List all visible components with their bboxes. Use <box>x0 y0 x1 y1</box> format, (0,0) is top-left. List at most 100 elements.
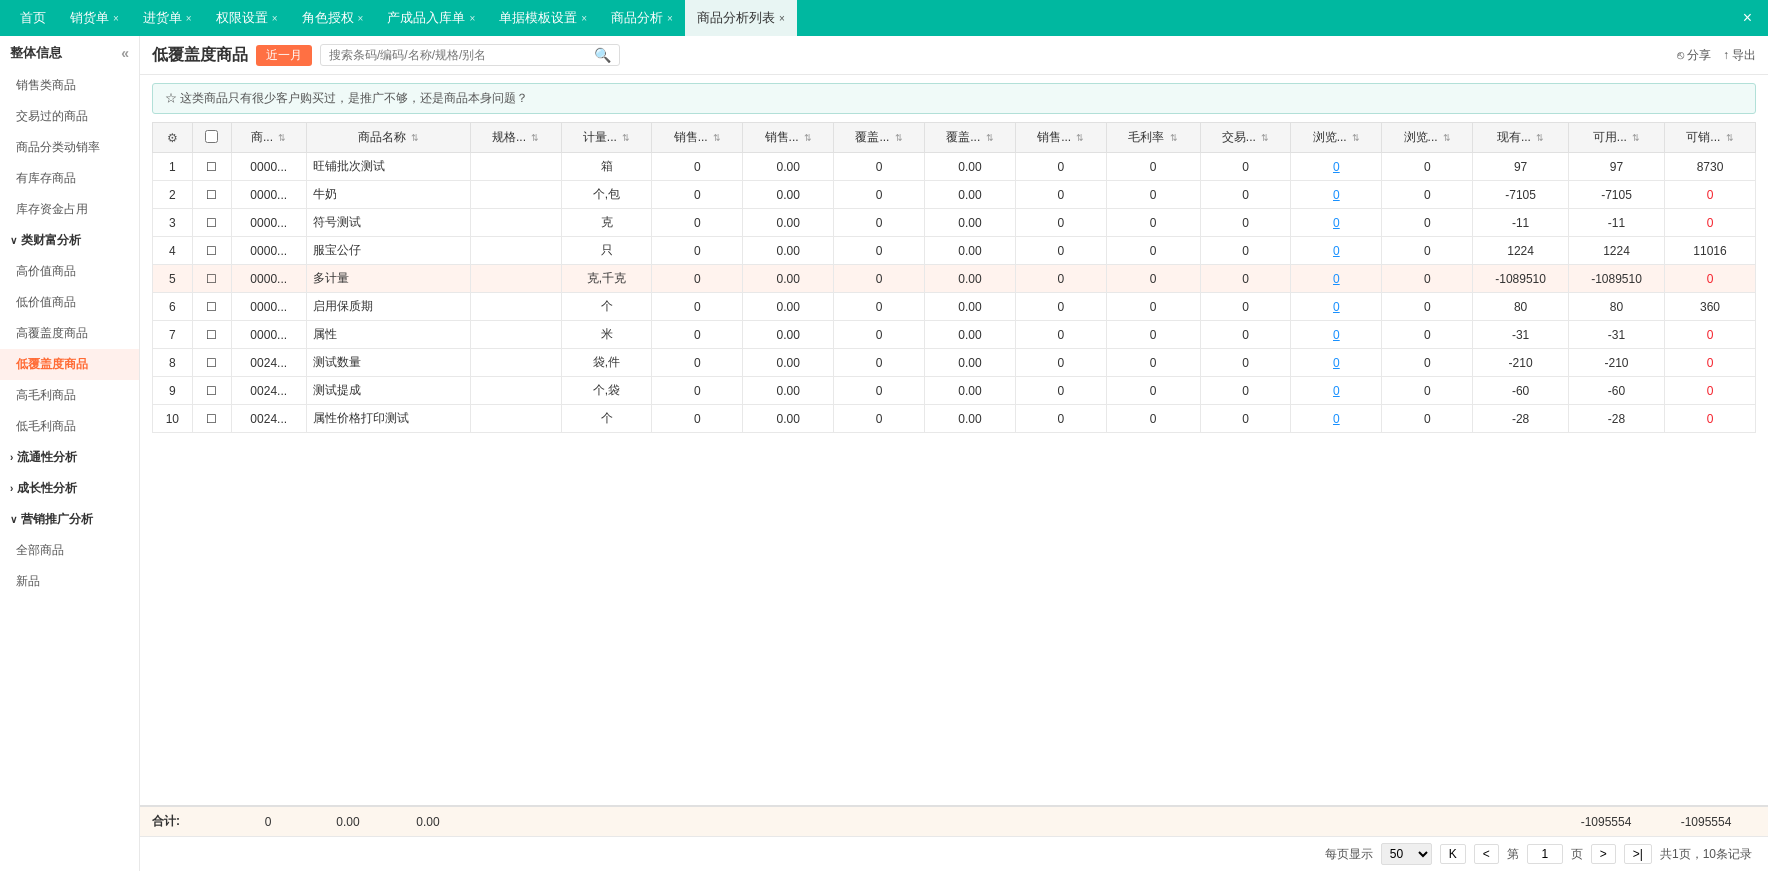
nav-sales[interactable]: 销货单 × <box>58 0 131 36</box>
cell-checkbox[interactable]: ☐ <box>192 349 231 377</box>
cell-checkbox[interactable]: ☐ <box>192 237 231 265</box>
first-page-btn[interactable]: K <box>1440 844 1466 864</box>
sidebar-item-category-rate[interactable]: 商品分类动销率 <box>0 132 139 163</box>
sidebar-item-low-profit[interactable]: 低毛利商品 <box>0 411 139 442</box>
cell-name: 测试数量 <box>306 349 470 377</box>
th-sales2[interactable]: 销售... ⇅ <box>743 123 834 153</box>
next-page-btn[interactable]: > <box>1591 844 1616 864</box>
th-name[interactable]: 商品名称 ⇅ <box>306 123 470 153</box>
sidebar-item-sales-goods[interactable]: 销售类商品 <box>0 70 139 101</box>
sort-icon-cov1[interactable]: ⇅ <box>895 133 903 143</box>
sort-icon-code[interactable]: ⇅ <box>278 133 286 143</box>
date-filter-btn[interactable]: 近一月 <box>256 45 312 66</box>
th-available[interactable]: 可用... ⇅ <box>1569 123 1665 153</box>
sidebar-group-marketing[interactable]: ∨ 营销推广分析 <box>0 504 139 535</box>
nav-close-role[interactable]: × <box>358 13 364 24</box>
share-btn[interactable]: ⎋ 分享 <box>1677 47 1711 64</box>
th-current[interactable]: 现有... ⇅ <box>1473 123 1569 153</box>
nav-template[interactable]: 单据模板设置 × <box>487 0 599 36</box>
sort-icon-gross[interactable]: ⇅ <box>1170 133 1178 143</box>
sort-icon-current[interactable]: ⇅ <box>1536 133 1544 143</box>
sidebar-item-inventory-capital[interactable]: 库存资金占用 <box>0 194 139 225</box>
th-checkbox[interactable] <box>192 123 231 153</box>
th-settings[interactable]: ⚙ <box>153 123 193 153</box>
sidebar-item-stocked-goods[interactable]: 有库存商品 <box>0 163 139 194</box>
th-sales1[interactable]: 销售... ⇅ <box>652 123 743 153</box>
cell-checkbox[interactable]: ☐ <box>192 209 231 237</box>
sidebar-header[interactable]: 整体信息 « <box>0 36 139 70</box>
nav-close-sales[interactable]: × <box>113 13 119 24</box>
nav-close-template[interactable]: × <box>581 13 587 24</box>
cell-checkbox[interactable]: ☐ <box>192 181 231 209</box>
nav-close-goods-analysis[interactable]: × <box>667 13 673 24</box>
th-code[interactable]: 商... ⇅ <box>231 123 306 153</box>
nav-goods-analysis[interactable]: 商品分析 × <box>599 0 685 36</box>
footer-label: 合计: <box>152 813 212 830</box>
th-trade[interactable]: 交易... ⇅ <box>1200 123 1291 153</box>
search-input[interactable] <box>329 48 590 62</box>
sidebar-item-new-goods[interactable]: 新品 <box>0 566 139 597</box>
sidebar-group-circulation[interactable]: › 流通性分析 <box>0 442 139 473</box>
sidebar-item-high-coverage[interactable]: 高覆盖度商品 <box>0 318 139 349</box>
th-coverage1[interactable]: 覆盖... ⇅ <box>834 123 925 153</box>
sidebar-item-high-value[interactable]: 高价值商品 <box>0 256 139 287</box>
sort-icon-sales2[interactable]: ⇅ <box>804 133 812 143</box>
last-page-btn[interactable]: >| <box>1624 844 1652 864</box>
sidebar-item-low-coverage[interactable]: 低覆盖度商品 <box>0 349 139 380</box>
sort-icon-spec[interactable]: ⇅ <box>531 133 539 143</box>
sort-icon-unit[interactable]: ⇅ <box>622 133 630 143</box>
nav-permission[interactable]: 权限设置 × <box>204 0 290 36</box>
select-all-checkbox[interactable] <box>205 130 218 143</box>
cell-gross: 0 <box>1106 209 1200 237</box>
nav-role[interactable]: 角色授权 × <box>290 0 376 36</box>
page-input[interactable] <box>1527 844 1563 864</box>
nav-close-all-btn[interactable]: × <box>1735 9 1760 27</box>
th-spec[interactable]: 规格... ⇅ <box>470 123 561 153</box>
nav-goods-analysis-list[interactable]: 商品分析列表 × <box>685 0 797 36</box>
cell-checkbox[interactable]: ☐ <box>192 377 231 405</box>
sort-icon-available[interactable]: ⇅ <box>1632 133 1640 143</box>
cell-checkbox[interactable]: ☐ <box>192 405 231 433</box>
sidebar-collapse-btn[interactable]: « <box>121 45 129 61</box>
sidebar-group-growth[interactable]: › 成长性分析 <box>0 473 139 504</box>
nav-home[interactable]: 首页 <box>8 0 58 36</box>
cell-checkbox[interactable]: ☐ <box>192 265 231 293</box>
sort-icon-name[interactable]: ⇅ <box>411 133 419 143</box>
nav-close-purchase[interactable]: × <box>186 13 192 24</box>
sort-icon-sales1[interactable]: ⇅ <box>713 133 721 143</box>
sort-icon-browse1[interactable]: ⇅ <box>1352 133 1360 143</box>
nav-close-permission[interactable]: × <box>272 13 278 24</box>
cell-checkbox[interactable]: ☐ <box>192 293 231 321</box>
sort-icon-cov2[interactable]: ⇅ <box>986 133 994 143</box>
search-icon[interactable]: 🔍 <box>594 47 611 63</box>
th-unit[interactable]: 计量... ⇅ <box>561 123 652 153</box>
cell-sales2: 0.00 <box>743 153 834 181</box>
nav-close-goods-analysis-list[interactable]: × <box>779 13 785 24</box>
sort-icon-browse2[interactable]: ⇅ <box>1443 133 1451 143</box>
page-size-select[interactable]: 50 100 200 <box>1381 843 1432 865</box>
sort-icon-trade[interactable]: ⇅ <box>1261 133 1269 143</box>
sidebar-item-all-goods[interactable]: 全部商品 <box>0 535 139 566</box>
sidebar-item-high-profit[interactable]: 高毛利商品 <box>0 380 139 411</box>
cell-sales2: 0.00 <box>743 265 834 293</box>
nav-production[interactable]: 产成品入库单 × <box>375 0 487 36</box>
cell-checkbox[interactable]: ☐ <box>192 153 231 181</box>
th-saleable[interactable]: 可销... ⇅ <box>1665 123 1756 153</box>
cell-checkbox[interactable]: ☐ <box>192 321 231 349</box>
sort-icon-saleable[interactable]: ⇅ <box>1726 133 1734 143</box>
nav-purchase[interactable]: 进货单 × <box>131 0 204 36</box>
export-btn[interactable]: ↑ 导出 <box>1723 47 1756 64</box>
cell-cov1: 0 <box>834 349 925 377</box>
th-browse2[interactable]: 浏览... ⇅ <box>1382 123 1473 153</box>
th-sales3[interactable]: 销售... ⇅ <box>1015 123 1106 153</box>
sidebar-item-low-value[interactable]: 低价值商品 <box>0 287 139 318</box>
th-coverage2[interactable]: 覆盖... ⇅ <box>925 123 1016 153</box>
prev-page-btn[interactable]: < <box>1474 844 1499 864</box>
sort-icon-sales3[interactable]: ⇅ <box>1076 133 1084 143</box>
sidebar-group-wealth[interactable]: ∨ 类财富分析 <box>0 225 139 256</box>
sidebar-item-traded-goods[interactable]: 交易过的商品 <box>0 101 139 132</box>
th-browse1[interactable]: 浏览... ⇅ <box>1291 123 1382 153</box>
nav-close-production[interactable]: × <box>469 13 475 24</box>
th-gross[interactable]: 毛利率 ⇅ <box>1106 123 1200 153</box>
settings-icon[interactable]: ⚙ <box>167 131 178 145</box>
